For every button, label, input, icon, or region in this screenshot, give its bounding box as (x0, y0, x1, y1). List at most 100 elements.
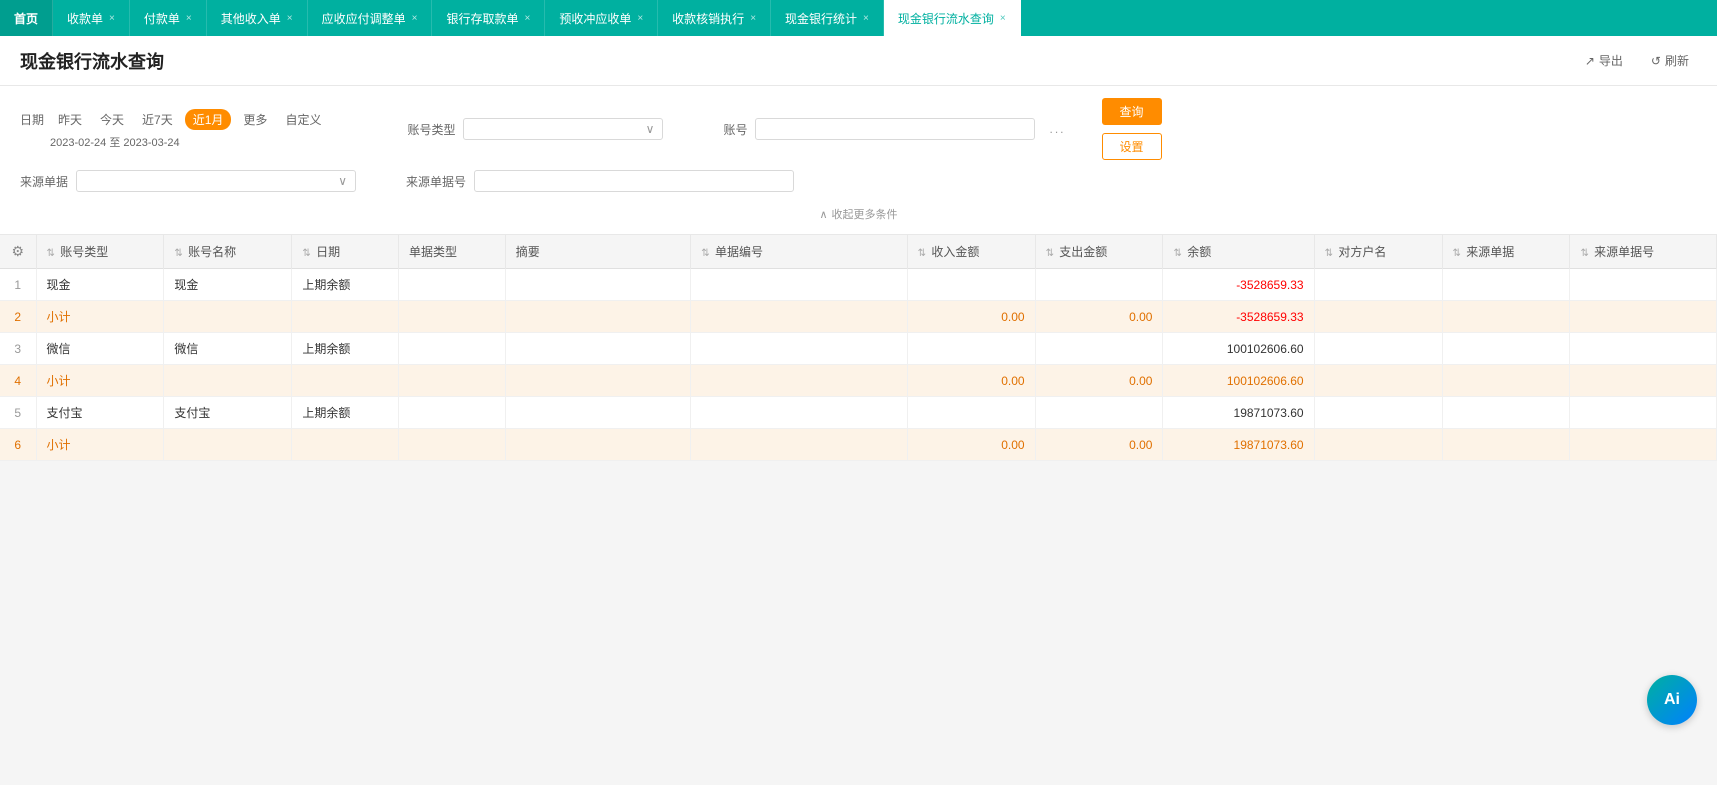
date-opt-today[interactable]: 今天 (94, 109, 130, 130)
col-doc-type[interactable]: 单据类型 (399, 235, 506, 269)
nav-tab-receipt-verify[interactable]: 收款核销执行 × (658, 0, 771, 36)
col-counterpart[interactable]: ⇅ 对方户名 (1314, 235, 1442, 269)
cell-balance: 19871073.60 (1163, 429, 1314, 461)
table-header: ⚙ ⇅ 账号类型 ⇅ 账号名称 ⇅ 日期 单据类型 摘要 (0, 235, 1717, 269)
date-opt-1month[interactable]: 近1月 (185, 109, 232, 130)
ai-assistant-button[interactable]: Ai (1647, 675, 1697, 725)
settings-button[interactable]: 设置 (1102, 133, 1162, 160)
close-tab-prepay-offset[interactable]: × (637, 13, 643, 24)
close-tab-payments[interactable]: × (186, 13, 192, 24)
col-account-name[interactable]: ⇅ 账号名称 (164, 235, 292, 269)
nav-tab-payments[interactable]: 付款单 × (130, 0, 207, 36)
col-account-type[interactable]: ⇅ 账号类型 (36, 235, 164, 269)
cell-income (907, 269, 1035, 301)
source-doc-select[interactable]: ∨ (76, 170, 356, 192)
close-tab-receipts[interactable]: × (109, 13, 115, 24)
cell-account-type: 小计 (36, 365, 164, 397)
sort-icon-account-name: ⇅ (174, 248, 182, 259)
source-doc-no-input[interactable] (474, 170, 794, 192)
nav-tab-cash-bank-stats[interactable]: 现金银行统计 × (771, 0, 884, 36)
date-opt-custom[interactable]: 自定义 (279, 109, 327, 130)
nav-tab-receipts[interactable]: 收款单 × (53, 0, 130, 36)
close-tab-bank-deposit[interactable]: × (524, 13, 530, 24)
source-doc-label: 来源单据 (20, 173, 68, 190)
nav-tab-bank-deposit[interactable]: 银行存取款单 × (432, 0, 545, 36)
collapse-bar[interactable]: ∧ 收起更多条件 (20, 202, 1697, 226)
date-opt-more[interactable]: 更多 (237, 109, 273, 130)
cell-expense (1035, 333, 1163, 365)
date-options: 昨天 今天 近7天 近1月 更多 自定义 (52, 109, 327, 130)
cell-source-doc-no (1570, 269, 1717, 301)
query-button[interactable]: 查询 (1102, 98, 1162, 125)
account-type-dropdown-arrow: ∨ (646, 122, 655, 136)
table-row: 2 小计 0.00 0.00 -3528659.33 (0, 301, 1717, 333)
cell-account-name: 微信 (164, 333, 292, 365)
col-expense[interactable]: ⇅ 支出金额 (1035, 235, 1163, 269)
table-area: ⚙ ⇅ 账号类型 ⇅ 账号名称 ⇅ 日期 单据类型 摘要 (0, 235, 1717, 461)
cell-doc-no (691, 333, 907, 365)
close-tab-receipt-verify[interactable]: × (750, 13, 756, 24)
col-income[interactable]: ⇅ 收入金额 (907, 235, 1035, 269)
account-type-filter-group: 账号类型 ∨ (407, 118, 663, 140)
export-button[interactable]: ↗ 导出 (1577, 48, 1631, 73)
cell-account-name: 现金 (164, 269, 292, 301)
cell-doc-no (691, 301, 907, 333)
source-doc-no-label: 来源单据号 (406, 173, 466, 190)
col-balance[interactable]: ⇅ 余额 (1163, 235, 1314, 269)
col-source-doc[interactable]: ⇅ 来源单据 (1442, 235, 1570, 269)
nav-tab-ar-ap-adjust[interactable]: 应收应付调整单 × (308, 0, 433, 36)
cell-expense: 0.00 (1035, 301, 1163, 333)
cell-balance: 100102606.60 (1163, 333, 1314, 365)
cell-date: 上期余额 (292, 397, 399, 429)
account-type-select[interactable]: ∨ (463, 118, 663, 140)
close-tab-other-income[interactable]: × (287, 13, 293, 24)
date-opt-7days[interactable]: 近7天 (136, 109, 179, 130)
right-buttons: 查询 设置 (1102, 98, 1162, 160)
cell-counterpart (1314, 397, 1442, 429)
cell-account-name (164, 429, 292, 461)
nav-tab-other-income[interactable]: 其他收入单 × (207, 0, 308, 36)
refresh-button[interactable]: ↺ 刷新 (1643, 48, 1697, 73)
cell-income (907, 397, 1035, 429)
cell-expense: 0.00 (1035, 365, 1163, 397)
nav-home[interactable]: 首页 (0, 0, 53, 36)
row-num: 1 (0, 269, 36, 301)
cell-income: 0.00 (907, 365, 1035, 397)
nav-tab-prepay-offset[interactable]: 预收冲应收单 × (545, 0, 658, 36)
col-summary[interactable]: 摘要 (505, 235, 691, 269)
cell-doc-type (399, 269, 506, 301)
cell-date: 上期余额 (292, 269, 399, 301)
cell-counterpart (1314, 333, 1442, 365)
account-more-button[interactable]: ... (1043, 119, 1071, 139)
cell-date (292, 365, 399, 397)
account-filter-group: 账号 ... (723, 118, 1071, 140)
sort-icon-source-doc: ⇅ (1453, 248, 1461, 259)
cell-account-type: 现金 (36, 269, 164, 301)
column-settings-icon[interactable]: ⚙ (11, 243, 24, 259)
cell-doc-no (691, 365, 907, 397)
close-tab-cash-bank-stats[interactable]: × (863, 13, 869, 24)
cell-source-doc-no (1570, 365, 1717, 397)
cell-doc-type (399, 397, 506, 429)
date-opt-yesterday[interactable]: 昨天 (52, 109, 88, 130)
cell-source-doc (1442, 269, 1570, 301)
account-input[interactable] (755, 118, 1035, 140)
cell-balance: 19871073.60 (1163, 397, 1314, 429)
close-tab-ar-ap-adjust[interactable]: × (412, 13, 418, 24)
cell-expense (1035, 397, 1163, 429)
cell-date (292, 429, 399, 461)
col-settings[interactable]: ⚙ (0, 235, 36, 269)
col-date[interactable]: ⇅ 日期 (292, 235, 399, 269)
cell-account-type: 支付宝 (36, 397, 164, 429)
nav-tab-cash-bank-flow[interactable]: 现金银行流水查询 × (884, 0, 1021, 36)
close-tab-cash-bank-flow[interactable]: × (1000, 13, 1006, 24)
table-body: 1 现金 现金 上期余额 -3528659.33 2 小计 0.00 0.00 … (0, 269, 1717, 461)
source-doc-filter-group: 来源单据 ∨ (20, 170, 356, 192)
col-doc-no[interactable]: ⇅ 单据编号 (691, 235, 907, 269)
source-doc-no-filter-group: 来源单据号 (406, 170, 794, 192)
cell-counterpart (1314, 429, 1442, 461)
col-source-doc-no[interactable]: ⇅ 来源单据号 (1570, 235, 1717, 269)
date-filter-group: 日期 昨天 今天 近7天 近1月 更多 自定义 2023-02-24 至 202… (20, 109, 327, 150)
sort-icon-counterpart: ⇅ (1325, 248, 1333, 259)
cell-balance: -3528659.33 (1163, 301, 1314, 333)
